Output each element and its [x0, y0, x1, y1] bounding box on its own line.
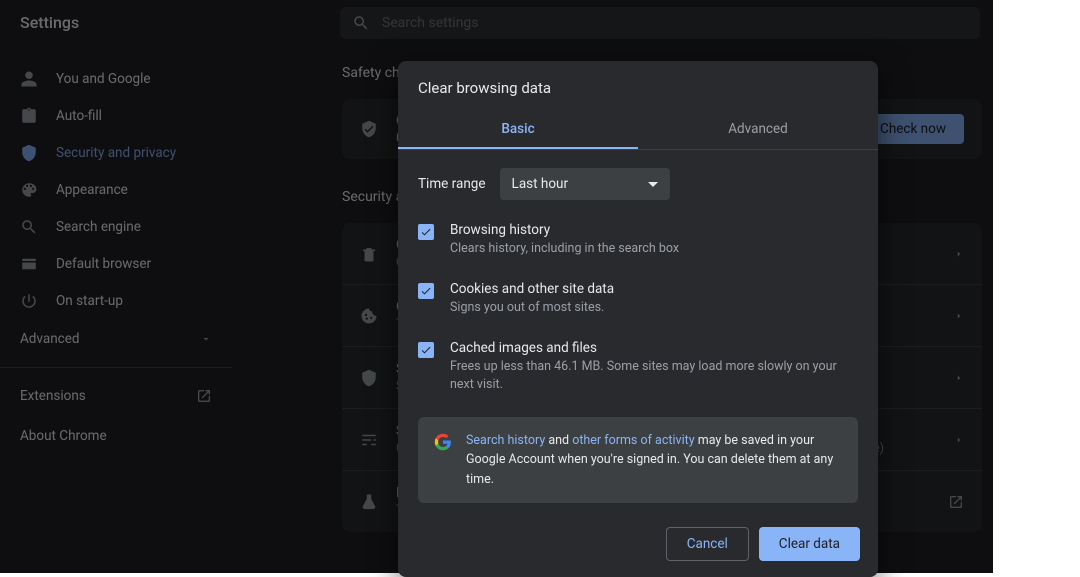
check-icon	[420, 285, 432, 297]
shield-icon	[360, 369, 378, 387]
time-range-value: Last hour	[512, 176, 569, 192]
power-icon	[20, 292, 38, 310]
sidebar-extensions-label: Extensions	[20, 388, 86, 404]
settings-app: Settings You and Google Auto-fill Securi…	[0, 0, 993, 573]
shield-check-icon	[360, 120, 378, 138]
option-title: Browsing history	[450, 222, 679, 238]
sidebar-item-appearance[interactable]: Appearance	[0, 171, 232, 208]
search-settings-input[interactable]	[340, 7, 980, 39]
search-icon	[20, 218, 38, 236]
divider	[0, 367, 232, 368]
sidebar-extensions[interactable]: Extensions	[0, 376, 232, 416]
dialog-title: Clear browsing data	[398, 61, 878, 111]
tune-icon	[360, 431, 378, 449]
sidebar-item-default-browser[interactable]: Default browser	[0, 245, 232, 282]
person-icon	[20, 70, 38, 88]
open-in-new-icon	[196, 388, 212, 404]
check-icon	[420, 226, 432, 238]
google-account-info: Search history and other forms of activi…	[418, 417, 858, 503]
option-title: Cookies and other site data	[450, 281, 614, 297]
sidebar-item-label: Appearance	[56, 182, 128, 198]
chevron-right-icon	[954, 249, 964, 259]
sidebar: You and Google Auto-fill Security and pr…	[0, 45, 232, 573]
check-icon	[420, 344, 432, 356]
sidebar-item-search-engine[interactable]: Search engine	[0, 208, 232, 245]
clipboard-icon	[20, 107, 38, 125]
sidebar-item-security[interactable]: Security and privacy	[0, 134, 232, 171]
chevron-right-icon	[954, 311, 964, 321]
option-subtitle: Clears history, including in the search …	[450, 240, 679, 259]
info-text-mid: and	[545, 433, 572, 448]
time-range-label: Time range	[418, 176, 486, 192]
sidebar-item-label: Default browser	[56, 256, 151, 272]
sidebar-item-auto-fill[interactable]: Auto-fill	[0, 97, 232, 134]
page-title: Settings	[20, 13, 79, 32]
trash-icon	[360, 245, 378, 263]
dialog-tabs: Basic Advanced	[398, 111, 878, 150]
palette-icon	[20, 181, 38, 199]
option-subtitle: Signs you out of most sites.	[450, 299, 614, 318]
time-range-row: Time range Last hour	[418, 168, 858, 200]
search-icon	[352, 14, 370, 32]
sidebar-about-chrome[interactable]: About Chrome	[0, 416, 232, 456]
option-cookies: Cookies and other site data Signs you ou…	[418, 281, 858, 318]
google-icon	[434, 433, 452, 451]
dialog-body: Time range Last hour Browsing history Cl…	[398, 150, 878, 511]
option-browsing-history: Browsing history Clears history, includi…	[418, 222, 858, 259]
sidebar-item-you-and-google[interactable]: You and Google	[0, 60, 232, 97]
chevron-right-icon	[954, 435, 964, 445]
sidebar-advanced-label: Advanced	[20, 331, 80, 347]
cookie-icon	[360, 307, 378, 325]
checkbox-cache[interactable]	[418, 342, 434, 358]
shield-icon	[20, 144, 38, 162]
sidebar-item-label: On start-up	[56, 293, 123, 309]
cancel-button[interactable]: Cancel	[666, 527, 749, 561]
checkbox-browsing-history[interactable]	[418, 224, 434, 240]
other-activity-link[interactable]: other forms of activity	[572, 433, 694, 448]
tab-basic[interactable]: Basic	[398, 111, 638, 149]
sidebar-item-label: Auto-fill	[56, 108, 102, 124]
chevron-right-icon	[954, 373, 964, 383]
option-title: Cached images and files	[450, 340, 858, 356]
sidebar-advanced-toggle[interactable]: Advanced	[0, 319, 232, 359]
option-cache: Cached images and files Frees up less th…	[418, 340, 858, 396]
clear-browsing-data-dialog: Clear browsing data Basic Advanced Time …	[398, 61, 878, 577]
search-history-link[interactable]: Search history	[466, 433, 545, 448]
dialog-footer: Cancel Clear data	[398, 511, 878, 577]
search-field[interactable]	[382, 15, 968, 31]
time-range-select[interactable]: Last hour	[500, 168, 670, 200]
tab-advanced[interactable]: Advanced	[638, 111, 878, 149]
chevron-down-icon	[648, 182, 658, 187]
checkbox-cookies[interactable]	[418, 283, 434, 299]
option-subtitle: Frees up less than 46.1 MB. Some sites m…	[450, 358, 858, 396]
open-in-new-icon	[948, 494, 964, 510]
flask-icon	[360, 493, 378, 511]
chevron-down-icon	[200, 333, 212, 345]
sidebar-about-label: About Chrome	[20, 428, 107, 444]
clear-data-button[interactable]: Clear data	[759, 527, 860, 561]
sidebar-item-on-startup[interactable]: On start-up	[0, 282, 232, 319]
info-text: Search history and other forms of activi…	[466, 431, 842, 489]
browser-icon	[20, 255, 38, 273]
sidebar-item-label: Search engine	[56, 219, 141, 235]
sidebar-item-label: You and Google	[56, 71, 151, 87]
sidebar-item-label: Security and privacy	[56, 145, 176, 161]
